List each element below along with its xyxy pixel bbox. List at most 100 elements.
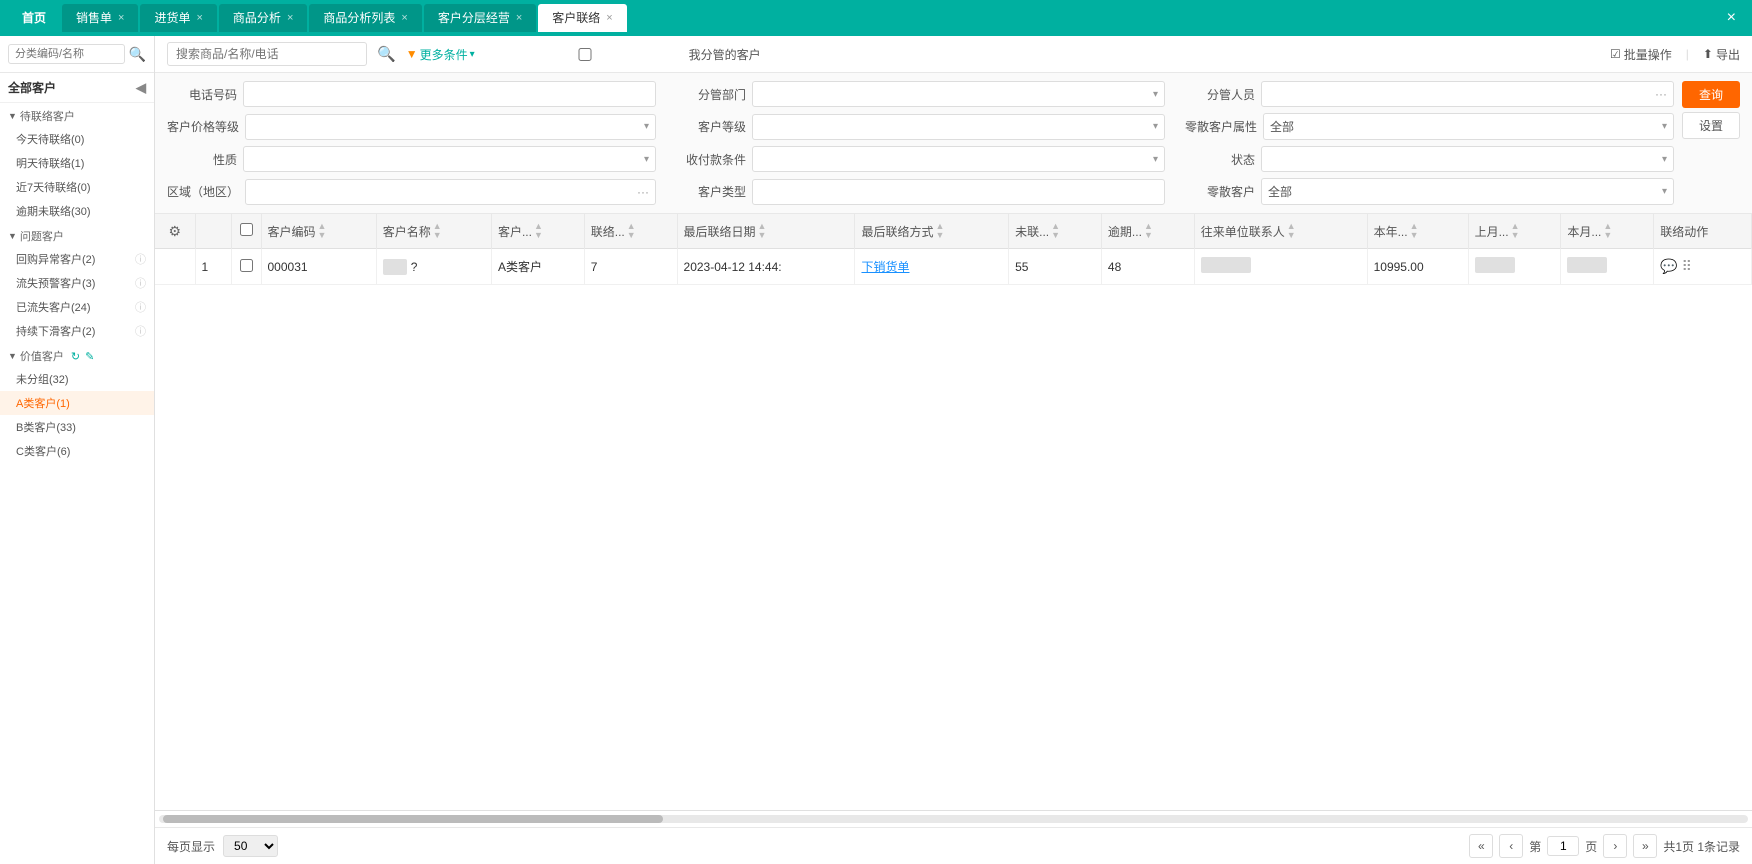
my-customer-checkbox-label[interactable]: 我分管的客户 xyxy=(485,46,761,63)
group-value-customers[interactable]: ▼ 价值客户 ↻ ✎ xyxy=(0,343,154,367)
group-value-label: 价值客户 xyxy=(20,348,64,364)
sidebar-item-class-b[interactable]: B类客户(33) xyxy=(0,415,154,439)
page-size-select[interactable]: 50 100 200 xyxy=(223,835,278,857)
page-number-input[interactable] xyxy=(1547,836,1579,856)
sidebar-item-ungrouped[interactable]: 未分组(32) xyxy=(0,367,154,391)
col-last-date[interactable]: 最后联络日期 ▲▼ xyxy=(677,214,855,249)
tab-customer-contact-close[interactable]: × xyxy=(606,4,612,32)
value-edit-icon[interactable]: ✎ xyxy=(85,350,94,363)
sidebar-item-repurchase-abnormal[interactable]: 回购异常客户(2) ⓘ xyxy=(0,247,154,271)
filter-dept: 分管部门 ▾ xyxy=(676,81,1165,107)
window-close-button[interactable]: × xyxy=(1719,9,1744,27)
row-last-method-link[interactable]: 下销货单 xyxy=(861,260,909,274)
filter-customer-type: 客户类型 xyxy=(676,179,1165,205)
group-arrow-problem: ▼ xyxy=(8,231,17,241)
sidebar-item-declining[interactable]: 持续下滑客户(2) ⓘ xyxy=(0,319,154,343)
tab-purchase-close[interactable]: × xyxy=(196,4,202,32)
col-no-contact[interactable]: 未联... ▲▼ xyxy=(1009,214,1102,249)
retail-customer-select[interactable]: 全部 ▾ xyxy=(1261,178,1674,205)
more-action-icon[interactable]: ⠿ xyxy=(1682,258,1692,275)
more-filter-arrow: ▾ xyxy=(470,49,475,60)
sidebar-collapse-icon[interactable]: ◀ xyxy=(136,80,146,96)
sidebar-item-churned[interactable]: 已流失客户(24) ⓘ xyxy=(0,295,154,319)
value-refresh-icon[interactable]: ↻ xyxy=(71,350,80,363)
group-pending-contact[interactable]: ▼ 待联络客户 xyxy=(0,103,154,127)
filter-search-icon[interactable]: 🔍 xyxy=(377,45,396,63)
tab-analysis[interactable]: 商品分析 × xyxy=(219,4,307,32)
tab-sales-close[interactable]: × xyxy=(118,4,124,32)
tab-analysis-list-close[interactable]: × xyxy=(401,4,407,32)
col-last-method[interactable]: 最后联络方式 ▲▼ xyxy=(855,214,1009,249)
col-name[interactable]: 客户名称 ▲▼ xyxy=(376,214,491,249)
sidebar-search-icon[interactable]: 🔍 xyxy=(129,46,146,63)
sidebar-item-tomorrow-pending[interactable]: 明天待联络(1) xyxy=(0,151,154,175)
sidebar-item-7days-pending[interactable]: 近7天待联络(0) xyxy=(0,175,154,199)
dept-select[interactable]: ▾ xyxy=(752,81,1165,107)
phone-input[interactable] xyxy=(243,81,656,107)
select-all-checkbox[interactable] xyxy=(240,223,253,236)
region-select[interactable]: ··· xyxy=(245,179,656,205)
tab-sales[interactable]: 销售单 × xyxy=(62,4,138,32)
sidebar-item-today-pending[interactable]: 今天待联络(0) xyxy=(0,127,154,151)
sidebar-search-input[interactable] xyxy=(8,44,125,64)
status-select[interactable]: ▾ xyxy=(1261,146,1674,172)
filter-person: 分管人员 ··· xyxy=(1185,81,1674,107)
gear-settings-icon[interactable]: ⚙ xyxy=(168,223,181,239)
tab-customer-layer-close[interactable]: × xyxy=(516,4,522,32)
price-level-select[interactable]: ▾ xyxy=(245,114,656,140)
col-type[interactable]: 客户... ▲▼ xyxy=(491,214,584,249)
sidebar-all-customers[interactable]: 全部客户 ◀ xyxy=(0,73,154,103)
payment-select[interactable]: ▾ xyxy=(752,146,1165,172)
row-checkbox-cell[interactable] xyxy=(231,249,261,285)
retail-attr-select[interactable]: 全部 ▾ xyxy=(1263,113,1674,140)
my-customer-checkbox[interactable] xyxy=(485,48,685,61)
first-page-btn[interactable]: « xyxy=(1469,834,1493,858)
row-checkbox[interactable] xyxy=(240,259,253,272)
settings-button[interactable]: 设置 xyxy=(1682,112,1740,139)
tab-customer-contact[interactable]: 客户联络 × xyxy=(538,4,626,32)
col-this-year[interactable]: 本年... ▲▼ xyxy=(1367,214,1468,249)
tab-purchase[interactable]: 进货单 × xyxy=(140,4,216,32)
tab-analysis-list[interactable]: 商品分析列表 × xyxy=(309,4,421,32)
batch-ops-btn[interactable]: ☑ 批量操作 xyxy=(1610,46,1672,63)
tab-customer-layer[interactable]: 客户分层经营 × xyxy=(424,4,536,32)
prev-page-btn[interactable]: ‹ xyxy=(1499,834,1523,858)
message-icon[interactable]: 💬 xyxy=(1660,258,1677,275)
sidebar-item-class-a[interactable]: A类客户(1) xyxy=(0,391,154,415)
person-select[interactable]: ··· xyxy=(1261,81,1674,107)
scrollbar-thumb[interactable] xyxy=(163,815,663,823)
tomorrow-pending-label: 明天待联络(1) xyxy=(16,155,84,171)
customer-level-select[interactable]: ▾ xyxy=(752,114,1165,140)
tab-home[interactable]: 首页 xyxy=(8,4,60,32)
class-b-label: B类客户(33) xyxy=(16,419,76,435)
col-unit-contact[interactable]: 往来单位联系人 ▲▼ xyxy=(1194,214,1367,249)
col-contact[interactable]: 联络... ▲▼ xyxy=(584,214,677,249)
sidebar-item-overdue-contact[interactable]: 逾期未联络(30) xyxy=(0,199,154,223)
per-page-label: 每页显示 xyxy=(167,838,215,855)
col-last-month[interactable]: 上月... ▲▼ xyxy=(1468,214,1561,249)
group-arrow-pending: ▼ xyxy=(8,111,17,121)
query-button[interactable]: 查询 xyxy=(1682,81,1740,108)
customer-type-select[interactable] xyxy=(752,179,1165,205)
col-checkbox-header[interactable] xyxy=(231,214,261,249)
region-dots: ··· xyxy=(637,185,649,199)
tab-analysis-close[interactable]: × xyxy=(287,4,293,32)
col-overdue[interactable]: 逾期... ▲▼ xyxy=(1101,214,1194,249)
filter-row-1: 电话号码 分管部门 ▾ 分管人员 xyxy=(167,81,1674,107)
nature-select[interactable]: ▾ xyxy=(243,146,656,172)
search-input[interactable] xyxy=(167,42,367,66)
more-filter-btn[interactable]: ▼ 更多条件 ▾ xyxy=(406,46,475,63)
all-customers-label: 全部客户 xyxy=(8,79,56,96)
sidebar-item-class-c[interactable]: C类客户(6) xyxy=(0,439,154,463)
group-problem-customers[interactable]: ▼ 问题客户 xyxy=(0,223,154,247)
export-label: 导出 xyxy=(1716,46,1740,63)
filter-nature: 性质 ▾ xyxy=(167,146,656,172)
last-page-btn[interactable]: » xyxy=(1633,834,1657,858)
col-this-month[interactable]: 本月... ▲▼ xyxy=(1561,214,1654,249)
export-btn[interactable]: ⬆ 导出 xyxy=(1703,46,1740,63)
row-last-month xyxy=(1468,249,1561,285)
sidebar-item-churn-warning[interactable]: 流失预警客户(3) ⓘ xyxy=(0,271,154,295)
col-code[interactable]: 客户编码 ▲▼ xyxy=(261,214,376,249)
next-page-btn[interactable]: › xyxy=(1603,834,1627,858)
col-gear[interactable]: ⚙ xyxy=(155,214,195,249)
